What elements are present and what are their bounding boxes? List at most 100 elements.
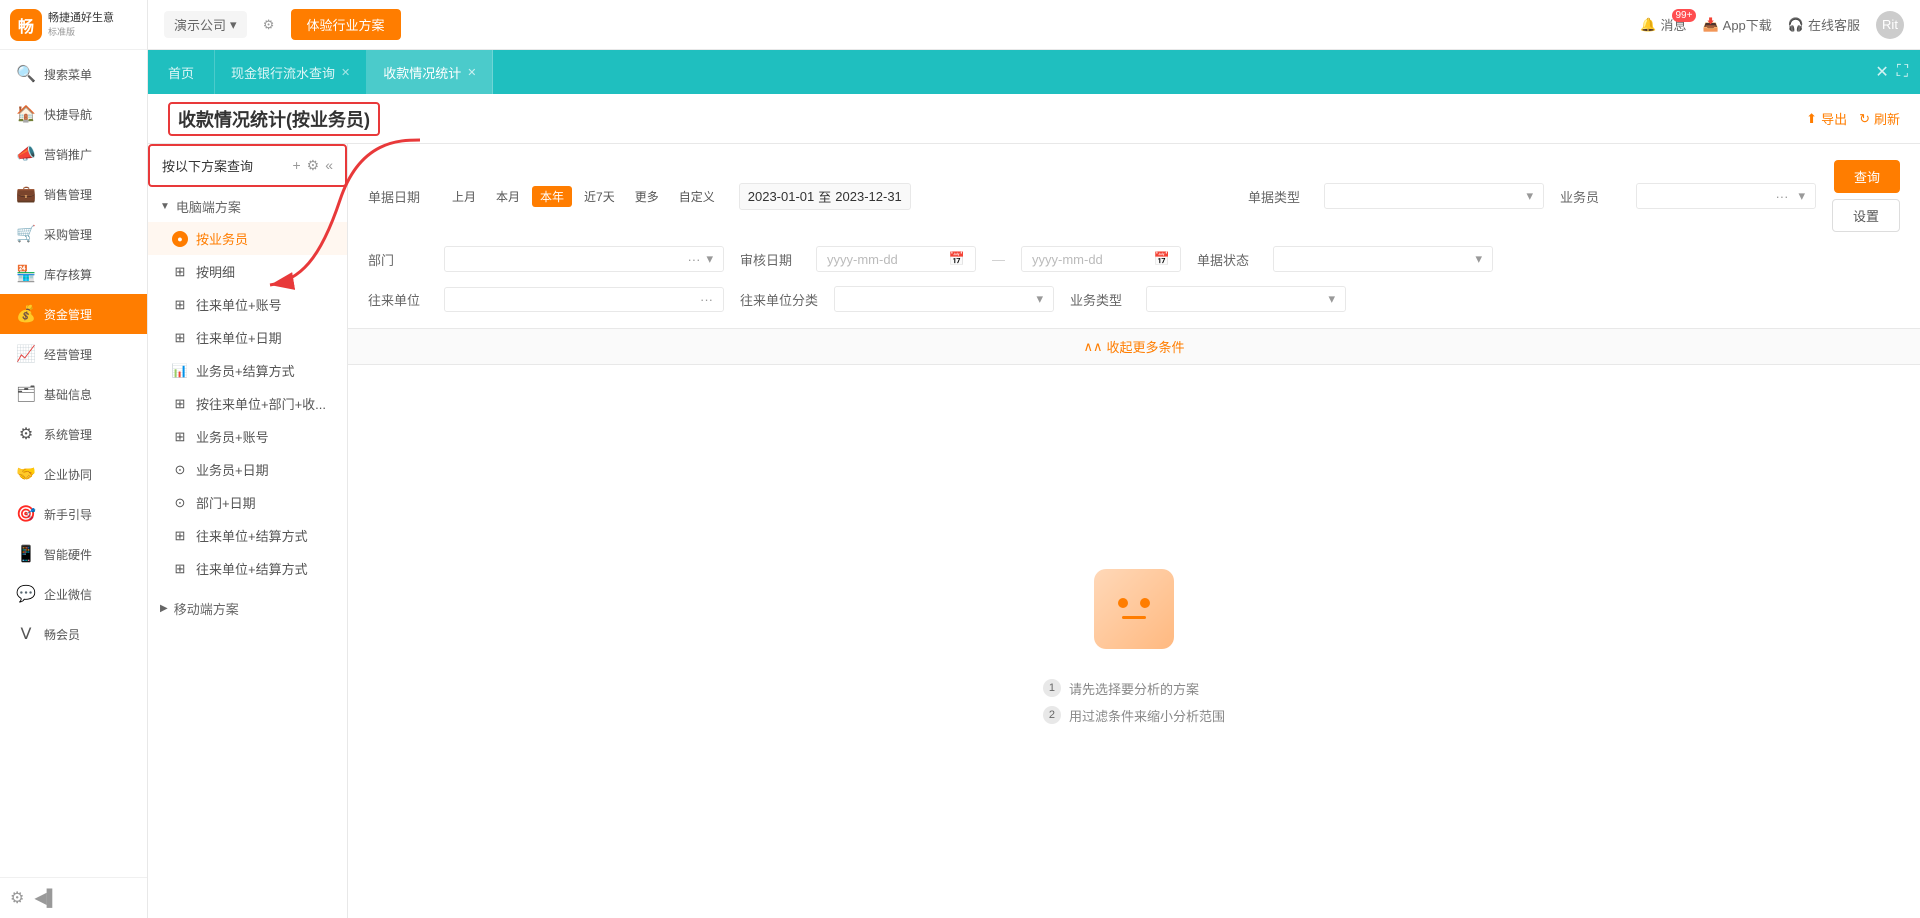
scheme-item-partner-settle2[interactable]: ⊞ 往来单位+结算方式	[148, 552, 347, 585]
scheme-item-dept-date[interactable]: ⊙ 部门+日期	[148, 486, 347, 519]
tab-bank-flow[interactable]: 现金银行流水查询 ✕	[215, 50, 367, 94]
sidebar-item-finance[interactable]: 💰 资金管理	[0, 294, 147, 334]
settings-footer-btn[interactable]: ⚙	[10, 888, 24, 908]
review-date-to-ph: yyyy-mm-dd	[1032, 252, 1103, 267]
sidebar-item-beginner[interactable]: 🎯 新手引导	[0, 494, 147, 534]
doc-status-select[interactable]: ▾	[1273, 246, 1493, 272]
scheme-group-mobile-title[interactable]: ▶ 移动端方案	[148, 593, 347, 624]
chevron-down-icon: ▾	[230, 17, 237, 33]
expand-arrow-mobile-icon: ▶	[160, 603, 168, 614]
scheme-item-partner-date[interactable]: ⊞ 往来单位+日期	[148, 321, 347, 354]
refresh-icon: ↻	[1859, 111, 1870, 127]
date-range-display[interactable]: 2023-01-01 至 2023-12-31	[739, 183, 911, 210]
company-selector[interactable]: 演示公司 ▾	[164, 11, 247, 38]
review-date-label: 审核日期	[740, 250, 800, 269]
scheme-item-salesperson-settle[interactable]: 📊 业务员+结算方式	[148, 354, 347, 387]
scheme-item-partner-dept-label: 按往来单位+部门+收...	[196, 394, 326, 413]
scheme-group-desktop: ▼ 电脑端方案 ● 按业务员 ⊞ 按明细	[148, 187, 347, 589]
sidebar-item-beginner-label: 新手引导	[44, 506, 92, 523]
tab-home[interactable]: 首页	[148, 50, 215, 94]
sidebar-item-enterprise[interactable]: 🤝 企业协同	[0, 454, 147, 494]
sidebar-item-purchase[interactable]: 🛒 采购管理	[0, 214, 147, 254]
doc-type-select[interactable]: ▾	[1324, 183, 1544, 209]
tab-close-all-btn[interactable]: ✕	[1875, 62, 1888, 82]
enterprise-icon: 🤝	[16, 464, 36, 484]
sidebar-item-base-info[interactable]: 🗂 基础信息	[0, 374, 147, 414]
refresh-btn[interactable]: ↻ 刷新	[1859, 109, 1900, 128]
biz-type-select[interactable]: ▾	[1146, 286, 1346, 312]
export-btn[interactable]: ⬆ 导出	[1806, 109, 1847, 128]
sidebar-item-sales-label: 销售管理	[44, 186, 92, 203]
sidebar-item-smart-hw[interactable]: 📱 智能硬件	[0, 534, 147, 574]
salesperson-select[interactable]: ··· ▾	[1636, 183, 1816, 209]
hint-text-2: 用过滤条件来缩小分析范围	[1069, 706, 1225, 725]
gear-btn[interactable]: ⚙	[255, 11, 283, 39]
doc-type-chevron-icon: ▾	[1526, 188, 1533, 204]
sidebar-item-operations[interactable]: 📈 经营管理	[0, 334, 147, 374]
user-initials: Rit	[1882, 17, 1898, 32]
bell-icon: 🔔	[1640, 17, 1656, 33]
scheme-dot-6: ⊞	[172, 429, 188, 445]
hint-num-2: 2	[1043, 706, 1061, 724]
partner-category-select[interactable]: ▾	[834, 286, 1054, 312]
review-date-from-input[interactable]: yyyy-mm-dd 📅	[816, 246, 976, 272]
dept-select[interactable]: ··· ▾	[444, 246, 724, 272]
smart-hw-icon: 📱	[16, 544, 36, 564]
robot-eye-right	[1140, 598, 1150, 608]
sidebar-item-search-label: 搜索菜单	[44, 66, 92, 83]
collapse-bar[interactable]: ∧∧ 收起更多条件	[348, 329, 1920, 365]
scheme-group-desktop-title[interactable]: ▼ 电脑端方案	[148, 191, 347, 222]
sidebar-item-sales[interactable]: 💼 销售管理	[0, 174, 147, 214]
sidebar-item-system[interactable]: ⚙ 系统管理	[0, 414, 147, 454]
app-download-btn[interactable]: 📥 App下载	[1702, 15, 1771, 34]
shortcut-this-year[interactable]: 本年	[532, 186, 572, 207]
scheme-item-by-salesperson[interactable]: ● 按业务员	[148, 222, 347, 255]
shortcut-this-month[interactable]: 本月	[488, 186, 528, 207]
tab-bank-flow-close[interactable]: ✕	[341, 66, 350, 79]
trial-button[interactable]: 体验行业方案	[291, 9, 401, 40]
tab-maximize-btn[interactable]: ⛶	[1897, 63, 1908, 81]
setting-button[interactable]: 设置	[1832, 199, 1900, 232]
app-download-label: App下载	[1723, 15, 1772, 34]
add-scheme-btn[interactable]: +	[292, 157, 300, 174]
shortcut-more[interactable]: 更多	[627, 186, 667, 207]
query-button[interactable]: 查询	[1834, 160, 1900, 193]
sidebar-item-marketing[interactable]: 📣 营销推广	[0, 134, 147, 174]
scheme-item-salesperson-account[interactable]: ⊞ 业务员+账号	[148, 420, 347, 453]
tab-collection[interactable]: 收款情况统计 ✕	[367, 50, 493, 94]
scheme-setting-btn[interactable]: ⚙	[307, 157, 320, 174]
partner-select[interactable]: ···	[444, 287, 724, 312]
scheme-group-mobile-label: 移动端方案	[174, 599, 239, 618]
sidebar-item-wechat[interactable]: 💬 企业微信	[0, 574, 147, 614]
sidebar-item-member[interactable]: Ⅴ 畅会员	[0, 614, 147, 654]
sidebar-item-inventory[interactable]: 🏪 库存核算	[0, 254, 147, 294]
scheme-item-partner-settle1[interactable]: ⊞ 往来单位+结算方式	[148, 519, 347, 552]
empty-state: 1 请先选择要分析的方案 2 用过滤条件来缩小分析范围	[1043, 559, 1225, 725]
collapse-scheme-btn[interactable]: «	[325, 157, 333, 174]
scheme-group-mobile: ▶ 移动端方案	[148, 589, 347, 628]
shortcut-7days[interactable]: 近7天	[576, 186, 623, 207]
shortcut-last-month[interactable]: 上月	[444, 186, 484, 207]
sidebar-item-quick-nav[interactable]: 🏠 快捷导航	[0, 94, 147, 134]
scheme-header-label: 按以下方案查询	[162, 156, 253, 175]
scheme-dot-2: ⊞	[172, 297, 188, 313]
collapse-label: 收起更多条件	[1107, 337, 1185, 356]
sidebar-item-inventory-label: 库存核算	[44, 266, 92, 283]
collapse-arrows-icon: ∧∧	[1083, 339, 1102, 355]
hint-item-1: 1 请先选择要分析的方案	[1043, 679, 1225, 698]
review-date-to-input[interactable]: yyyy-mm-dd 📅	[1021, 246, 1181, 272]
filter-row-partner: 往来单位 ··· 往来单位分类 ▾ 业务类型	[368, 286, 1900, 312]
scheme-item-salesperson-date[interactable]: ⊙ 业务员+日期	[148, 453, 347, 486]
sidebar-item-search[interactable]: 🔍 搜索菜单	[0, 54, 147, 94]
top-header: 演示公司 ▾ ⚙ 体验行业方案 🔔 消息 99+ 📥 App下载 🎧 在线客服 …	[148, 0, 1920, 50]
online-service-btn[interactable]: 🎧 在线客服	[1788, 15, 1860, 34]
collapse-sidebar-btn[interactable]: ◀▌	[34, 888, 58, 908]
scheme-item-partner-dept-collect[interactable]: ⊞ 按往来单位+部门+收...	[148, 387, 347, 420]
scheme-item-partner-account[interactable]: ⊞ 往来单位+账号	[148, 288, 347, 321]
scheme-dot-10: ⊞	[172, 561, 188, 577]
shortcut-custom[interactable]: 自定义	[671, 186, 723, 207]
tab-collection-close[interactable]: ✕	[467, 66, 476, 79]
user-avatar[interactable]: Rit	[1876, 11, 1904, 39]
message-btn[interactable]: 🔔 消息 99+	[1640, 15, 1686, 34]
scheme-item-by-detail[interactable]: ⊞ 按明细	[148, 255, 347, 288]
